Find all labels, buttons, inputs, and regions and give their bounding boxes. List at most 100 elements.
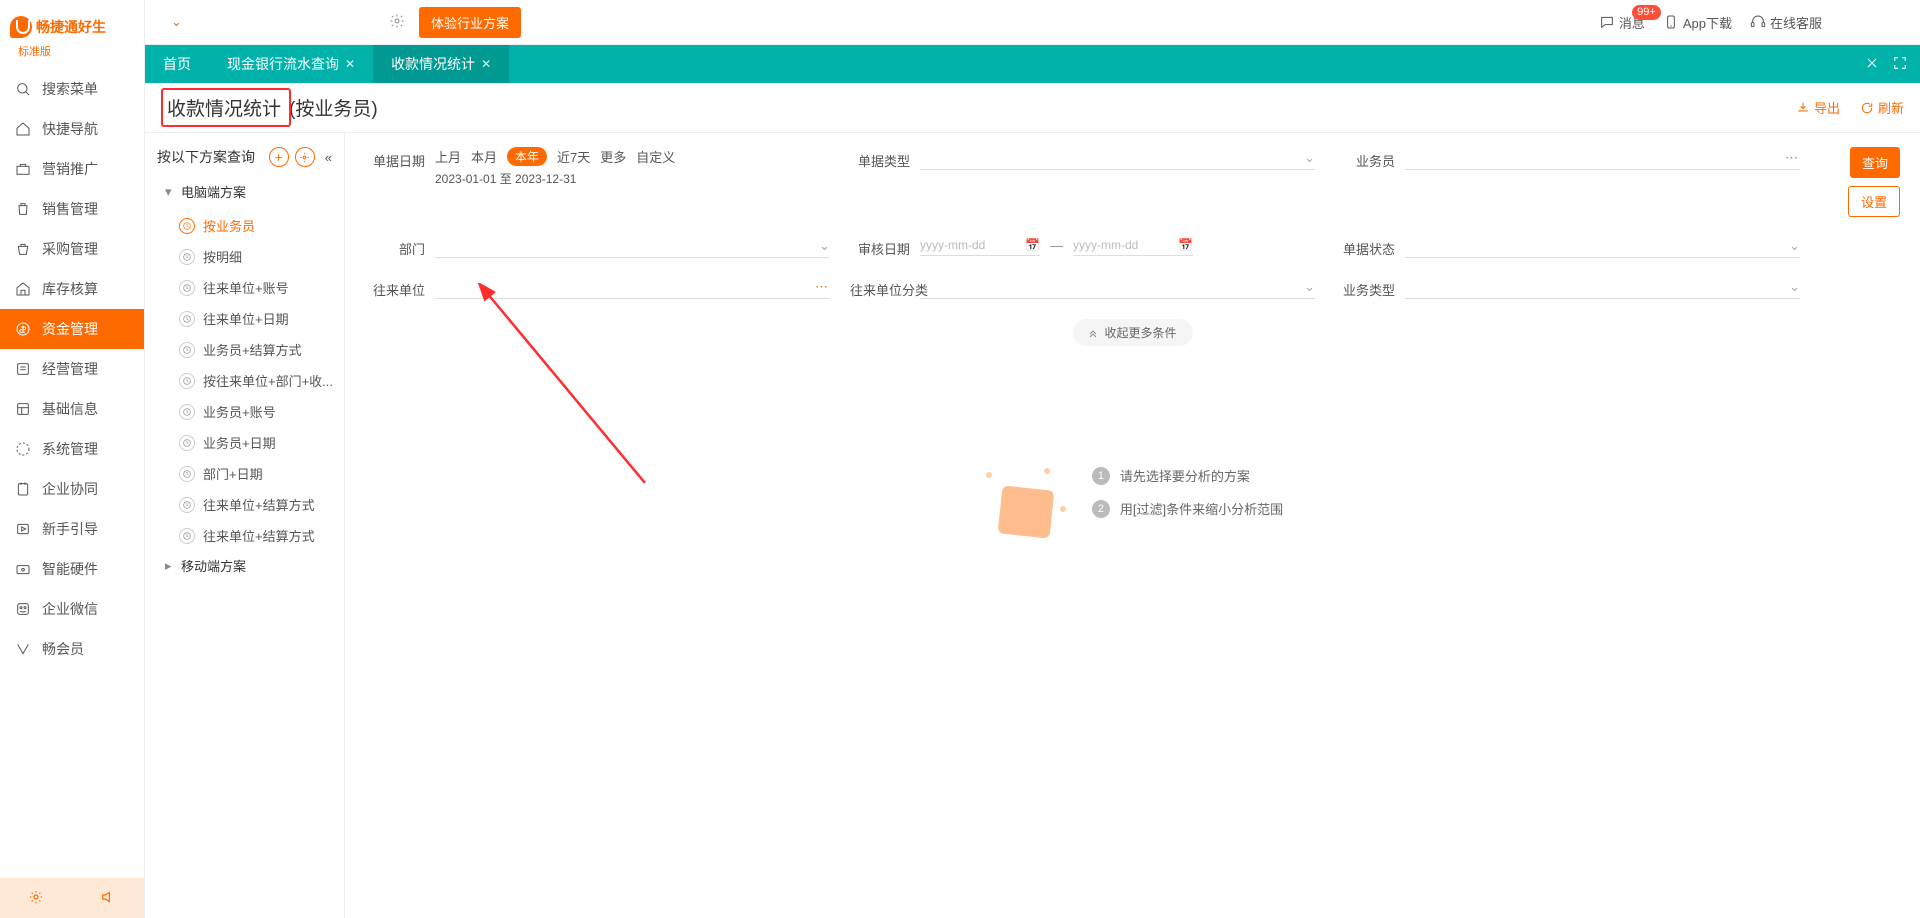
biz-type-field: 业务类型 ⌄ <box>1335 276 1800 299</box>
nav-item-13[interactable]: 企业微信 <box>0 589 144 629</box>
nav-item-4[interactable]: 采购管理 <box>0 229 144 269</box>
nav-icon <box>14 640 32 658</box>
bill-type-select[interactable]: ⌄ <box>920 147 1315 170</box>
nav-item-2[interactable]: 营销推广 <box>0 149 144 189</box>
scheme-item-5[interactable]: 按往来单位+部门+收... <box>179 365 344 396</box>
tab-0[interactable]: 首页 <box>145 45 209 83</box>
collapse-panel-icon[interactable]: « <box>325 150 332 165</box>
nav-item-6[interactable]: 资金管理 <box>0 309 144 349</box>
org-selector[interactable]: ⌄ <box>165 14 375 30</box>
query-button[interactable]: 查询 <box>1850 147 1900 178</box>
scheme-item-4[interactable]: 业务员+结算方式 <box>179 334 344 365</box>
scheme-group-1[interactable]: ▸移动端方案 <box>165 551 344 580</box>
tab-2[interactable]: 收款情况统计 ✕ <box>373 45 509 83</box>
scheme-item-9[interactable]: 往来单位+结算方式 <box>179 489 344 520</box>
nav-item-7[interactable]: 经营管理 <box>0 349 144 389</box>
audit-date-from[interactable]: yyyy-mm-dd📅 <box>920 235 1040 256</box>
scheme-group-label: 电脑端方案 <box>181 182 246 201</box>
scheme-item-label: 业务员+日期 <box>203 433 276 452</box>
scheme-panel-title: 按以下方案查询 <box>157 147 263 167</box>
partner-select[interactable]: ⋯ <box>435 276 830 299</box>
scheme-item-6[interactable]: 业务员+账号 <box>179 396 344 427</box>
scheme-group-label: 移动端方案 <box>181 556 246 575</box>
biz-type-select[interactable]: ⌄ <box>1405 276 1800 299</box>
nav-icon <box>14 520 32 538</box>
date-shortcut-4[interactable]: 更多 <box>600 147 626 166</box>
scheme-item-icon <box>179 404 195 420</box>
step-number: 2 <box>1092 500 1110 518</box>
sidebar-bottom-bar <box>0 878 144 918</box>
nav-item-12[interactable]: 智能硬件 <box>0 549 144 589</box>
nav-item-14[interactable]: 畅会员 <box>0 629 144 669</box>
refresh-label: 刷新 <box>1878 98 1904 117</box>
nav-item-1[interactable]: 快捷导航 <box>0 109 144 149</box>
empty-step-1: 1请先选择要分析的方案 <box>1092 466 1283 485</box>
date-shortcut-1[interactable]: 本月 <box>471 147 497 166</box>
scheme-item-2[interactable]: 往来单位+账号 <box>179 272 344 303</box>
settings-gear-icon[interactable] <box>28 889 44 908</box>
scheme-item-icon <box>179 249 195 265</box>
salesman-select[interactable]: ⋯ <box>1405 147 1800 170</box>
tab-label: 收款情况统计 <box>391 54 475 74</box>
ellipsis-icon[interactable]: ⋯ <box>815 279 830 295</box>
collapse-conditions-button[interactable]: 收起更多条件 <box>1073 319 1193 346</box>
speaker-icon[interactable] <box>100 889 116 908</box>
scheme-group-0[interactable]: ▾电脑端方案 <box>165 177 344 206</box>
tab-close-all-icon[interactable] <box>1864 55 1880 74</box>
date-range-dash: — <box>1050 238 1063 253</box>
nav-label: 企业协同 <box>42 479 98 499</box>
date-shortcut-2[interactable]: 本年 <box>507 147 547 166</box>
fullscreen-icon[interactable] <box>1892 55 1908 74</box>
filter-settings-button[interactable]: 设置 <box>1848 186 1900 217</box>
scheme-item-7[interactable]: 业务员+日期 <box>179 427 344 458</box>
partner-class-select[interactable]: ⌄ <box>920 276 1315 299</box>
bill-status-label: 单据状态 <box>1335 235 1405 258</box>
export-button[interactable]: 导出 <box>1796 98 1840 117</box>
nav-icon <box>14 360 32 378</box>
app-download-link[interactable]: App下载 <box>1663 13 1732 32</box>
scheme-item-icon <box>179 435 195 451</box>
messages-link[interactable]: 消息 99+ <box>1599 13 1645 32</box>
partner-field: 往来单位 ⋯ <box>365 276 830 299</box>
add-scheme-button[interactable] <box>269 147 289 167</box>
tab-close-icon[interactable]: ✕ <box>345 57 355 71</box>
date-range-shortcut-bar: 上月本月本年近7天更多自定义 <box>435 147 830 166</box>
scheme-item-8[interactable]: 部门+日期 <box>179 458 344 489</box>
date-shortcut-3[interactable]: 近7天 <box>557 147 590 166</box>
nav-item-10[interactable]: 企业协同 <box>0 469 144 509</box>
chevron-down-icon: ⌄ <box>1789 279 1800 295</box>
scheme-item-10[interactable]: 往来单位+结算方式 <box>179 520 344 551</box>
nav-label: 采购管理 <box>42 239 98 259</box>
bill-status-select[interactable]: ⌄ <box>1405 235 1800 258</box>
experience-plan-button[interactable]: 体验行业方案 <box>419 7 521 38</box>
nav-item-5[interactable]: 库存核算 <box>0 269 144 309</box>
scheme-item-0[interactable]: 按业务员 <box>179 210 344 241</box>
nav-icon <box>14 320 32 338</box>
date-shortcut-5[interactable]: 自定义 <box>636 147 675 166</box>
dept-select[interactable]: ⌄ <box>435 235 830 258</box>
online-cs-link[interactable]: 在线客服 <box>1750 13 1822 32</box>
nav-item-9[interactable]: 系统管理 <box>0 429 144 469</box>
nav-item-8[interactable]: 基础信息 <box>0 389 144 429</box>
nav-item-11[interactable]: 新手引导 <box>0 509 144 549</box>
tab-1[interactable]: 现金银行流水查询✕ <box>209 45 373 83</box>
nav-item-0[interactable]: 搜索菜单 <box>0 69 144 109</box>
bill-status-field: 单据状态 ⌄ <box>1335 235 1800 258</box>
topbar: ⌄ 体验行业方案 消息 99+ App下载 在线客服 <box>145 0 1920 45</box>
scheme-item-label: 业务员+结算方式 <box>203 340 302 359</box>
scheme-item-1[interactable]: 按明细 <box>179 241 344 272</box>
scheme-item-3[interactable]: 往来单位+日期 <box>179 303 344 334</box>
scheme-settings-button[interactable] <box>295 147 315 167</box>
topbar-gear-icon[interactable] <box>389 13 405 32</box>
left-sidebar: 畅捷通好生 标准版 搜索菜单快捷导航营销推广销售管理采购管理库存核算资金管理经营… <box>0 0 145 918</box>
nav-item-3[interactable]: 销售管理 <box>0 189 144 229</box>
tab-close-icon[interactable]: ✕ <box>481 57 491 71</box>
scheme-item-label: 往来单位+日期 <box>203 309 289 328</box>
nav-label: 快捷导航 <box>42 119 98 139</box>
nav-label: 搜索菜单 <box>42 79 98 99</box>
ellipsis-icon[interactable]: ⋯ <box>1785 150 1800 166</box>
date-shortcut-0[interactable]: 上月 <box>435 147 461 166</box>
audit-date-to[interactable]: yyyy-mm-dd📅 <box>1073 235 1193 256</box>
refresh-button[interactable]: 刷新 <box>1860 98 1904 117</box>
page-header: 收款情况统计 (按业务员) 导出 刷新 <box>145 83 1920 133</box>
